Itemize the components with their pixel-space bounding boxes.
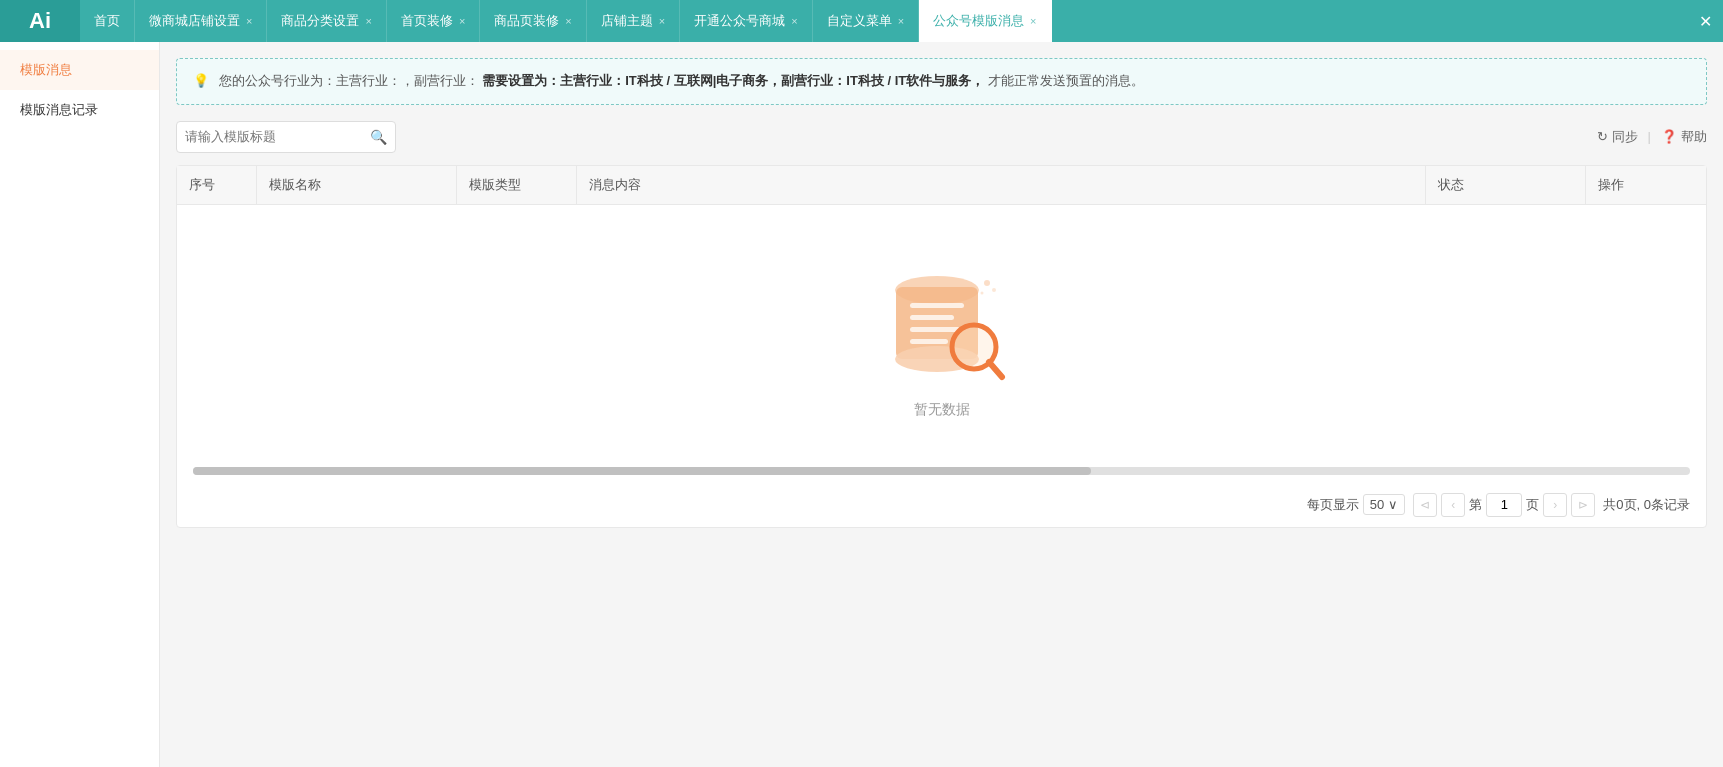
dropdown-arrow-icon: ∨ — [1388, 497, 1398, 512]
nav-tab-home[interactable]: 首页 — [80, 0, 135, 42]
svg-point-10 — [992, 288, 996, 292]
nav-tabs: 首页微商城店铺设置×商品分类设置×首页装修×商品页装修×店铺主题×开通公众号商城… — [80, 0, 1687, 42]
page-label: 第 — [1469, 496, 1482, 514]
nav-tab-label: 开通公众号商城 — [694, 12, 785, 30]
svg-rect-3 — [910, 303, 964, 308]
sidebar: 模版消息模版消息记录 — [0, 42, 160, 767]
per-page-dropdown[interactable]: 50 ∨ — [1363, 494, 1405, 515]
scroll-bar — [193, 467, 1690, 475]
last-page-button[interactable]: ⊳ — [1571, 493, 1595, 517]
nav-tab-template-message[interactable]: 公众号模版消息 × — [919, 0, 1051, 42]
top-nav: Ai 首页微商城店铺设置×商品分类设置×首页装修×商品页装修×店铺主题×开通公众… — [0, 0, 1723, 42]
scroll-thumb[interactable] — [193, 467, 1091, 475]
sync-label: 同步 — [1612, 128, 1638, 146]
nav-tab-wechat-shop-settings[interactable]: 微商城店铺设置 × — [135, 0, 267, 42]
nav-tab-home-decoration[interactable]: 首页装修 × — [387, 0, 480, 42]
empty-svg — [882, 265, 1012, 395]
page-navigation: ⊲ ‹ 第 页 › ⊳ — [1413, 493, 1595, 517]
logo: Ai — [0, 0, 80, 42]
svg-rect-6 — [910, 339, 948, 344]
help-label: 帮助 — [1681, 128, 1707, 146]
nav-tab-close-icon[interactable]: × — [1030, 16, 1036, 27]
notice-prefix: 您的公众号行业为：主营行业：，副营行业： — [219, 73, 479, 88]
nav-tab-close-icon[interactable]: × — [459, 16, 465, 27]
svg-point-11 — [980, 291, 983, 294]
main-layout: 模版消息模版消息记录 💡 您的公众号行业为：主营行业：，副营行业： 需要设置为：… — [0, 42, 1723, 767]
sync-button[interactable]: ↻ 同步 — [1597, 128, 1638, 146]
col-index: 序号 — [177, 166, 257, 204]
sidebar-item-template-message-records[interactable]: 模版消息记录 — [0, 90, 159, 130]
nav-tab-label: 店铺主题 — [601, 12, 653, 30]
search-icon[interactable]: 🔍 — [370, 129, 387, 145]
page-total: 共0页, 0条记录 — [1603, 496, 1690, 514]
col-status: 状态 — [1426, 166, 1586, 204]
search-actions: ↻ 同步 | ❓ 帮助 — [1597, 128, 1707, 146]
sidebar-item-template-message[interactable]: 模版消息 — [0, 50, 159, 90]
search-input-wrap: 🔍 — [176, 121, 396, 153]
notice-box: 💡 您的公众号行业为：主营行业：，副营行业： 需要设置为：主营行业：IT科技 /… — [176, 58, 1707, 105]
nav-tab-close-icon[interactable]: × — [365, 16, 371, 27]
help-button[interactable]: ❓ 帮助 — [1661, 128, 1707, 146]
empty-text: 暂无数据 — [914, 401, 970, 419]
close-all-button[interactable]: ✕ — [1687, 0, 1723, 42]
notice-highlight: 需要设置为：主营行业：IT科技 / 互联网|电子商务，副营行业：IT科技 / I… — [482, 73, 984, 88]
nav-tab-custom-menu[interactable]: 自定义菜单 × — [813, 0, 919, 42]
col-actions: 操作 — [1586, 166, 1706, 204]
svg-rect-5 — [910, 327, 960, 332]
page-unit: 页 — [1526, 496, 1539, 514]
nav-tab-label: 商品分类设置 — [281, 12, 359, 30]
first-page-button[interactable]: ⊲ — [1413, 493, 1437, 517]
sync-icon: ↻ — [1597, 129, 1608, 144]
nav-tab-close-icon[interactable]: × — [246, 16, 252, 27]
per-page-value: 50 — [1370, 497, 1384, 512]
svg-rect-4 — [910, 315, 954, 320]
empty-illustration — [882, 265, 1002, 385]
svg-line-8 — [989, 362, 1002, 377]
nav-tab-close-icon[interactable]: × — [659, 16, 665, 27]
help-icon: ❓ — [1661, 129, 1677, 144]
next-page-button[interactable]: › — [1543, 493, 1567, 517]
nav-tab-label: 商品页装修 — [494, 12, 559, 30]
empty-state: 暂无数据 — [177, 205, 1706, 459]
nav-tab-open-wechat-shop[interactable]: 开通公众号商城 × — [680, 0, 812, 42]
svg-point-9 — [984, 280, 990, 286]
nav-tab-label: 公众号模版消息 — [933, 12, 1024, 30]
notice-icon: 💡 — [193, 73, 209, 88]
nav-tab-close-icon[interactable]: × — [898, 16, 904, 27]
col-content: 消息内容 — [577, 166, 1426, 204]
horizontal-scrollbar[interactable] — [177, 467, 1706, 475]
col-name: 模版名称 — [257, 166, 457, 204]
nav-tab-label: 首页 — [94, 12, 120, 30]
search-bar: 🔍 ↻ 同步 | ❓ 帮助 — [176, 121, 1707, 153]
prev-page-button[interactable]: ‹ — [1441, 493, 1465, 517]
search-input[interactable] — [185, 129, 370, 144]
nav-tab-shop-theme[interactable]: 店铺主题 × — [587, 0, 680, 42]
nav-tab-label: 自定义菜单 — [827, 12, 892, 30]
main-content: 💡 您的公众号行业为：主营行业：，副营行业： 需要设置为：主营行业：IT科技 /… — [160, 42, 1723, 767]
notice-suffix: 才能正常发送预置的消息。 — [988, 73, 1144, 88]
nav-tab-label: 微商城店铺设置 — [149, 12, 240, 30]
nav-tab-close-icon[interactable]: × — [791, 16, 797, 27]
page-size-select: 每页显示 50 ∨ — [1307, 494, 1405, 515]
table-header: 序号 模版名称 模版类型 消息内容 状态 操作 — [177, 166, 1706, 205]
nav-tab-product-category-settings[interactable]: 商品分类设置 × — [267, 0, 386, 42]
per-page-label: 每页显示 — [1307, 496, 1359, 514]
page-input[interactable] — [1486, 493, 1522, 517]
nav-tab-close-icon[interactable]: × — [565, 16, 571, 27]
table-wrap: 序号 模版名称 模版类型 消息内容 状态 操作 — [176, 165, 1707, 528]
actions-divider: | — [1648, 129, 1651, 144]
nav-tab-label: 首页装修 — [401, 12, 453, 30]
nav-tab-product-page-decoration[interactable]: 商品页装修 × — [480, 0, 586, 42]
pagination: 每页显示 50 ∨ ⊲ ‹ 第 页 › ⊳ 共0页, 0条记录 — [177, 483, 1706, 527]
col-type: 模版类型 — [457, 166, 577, 204]
